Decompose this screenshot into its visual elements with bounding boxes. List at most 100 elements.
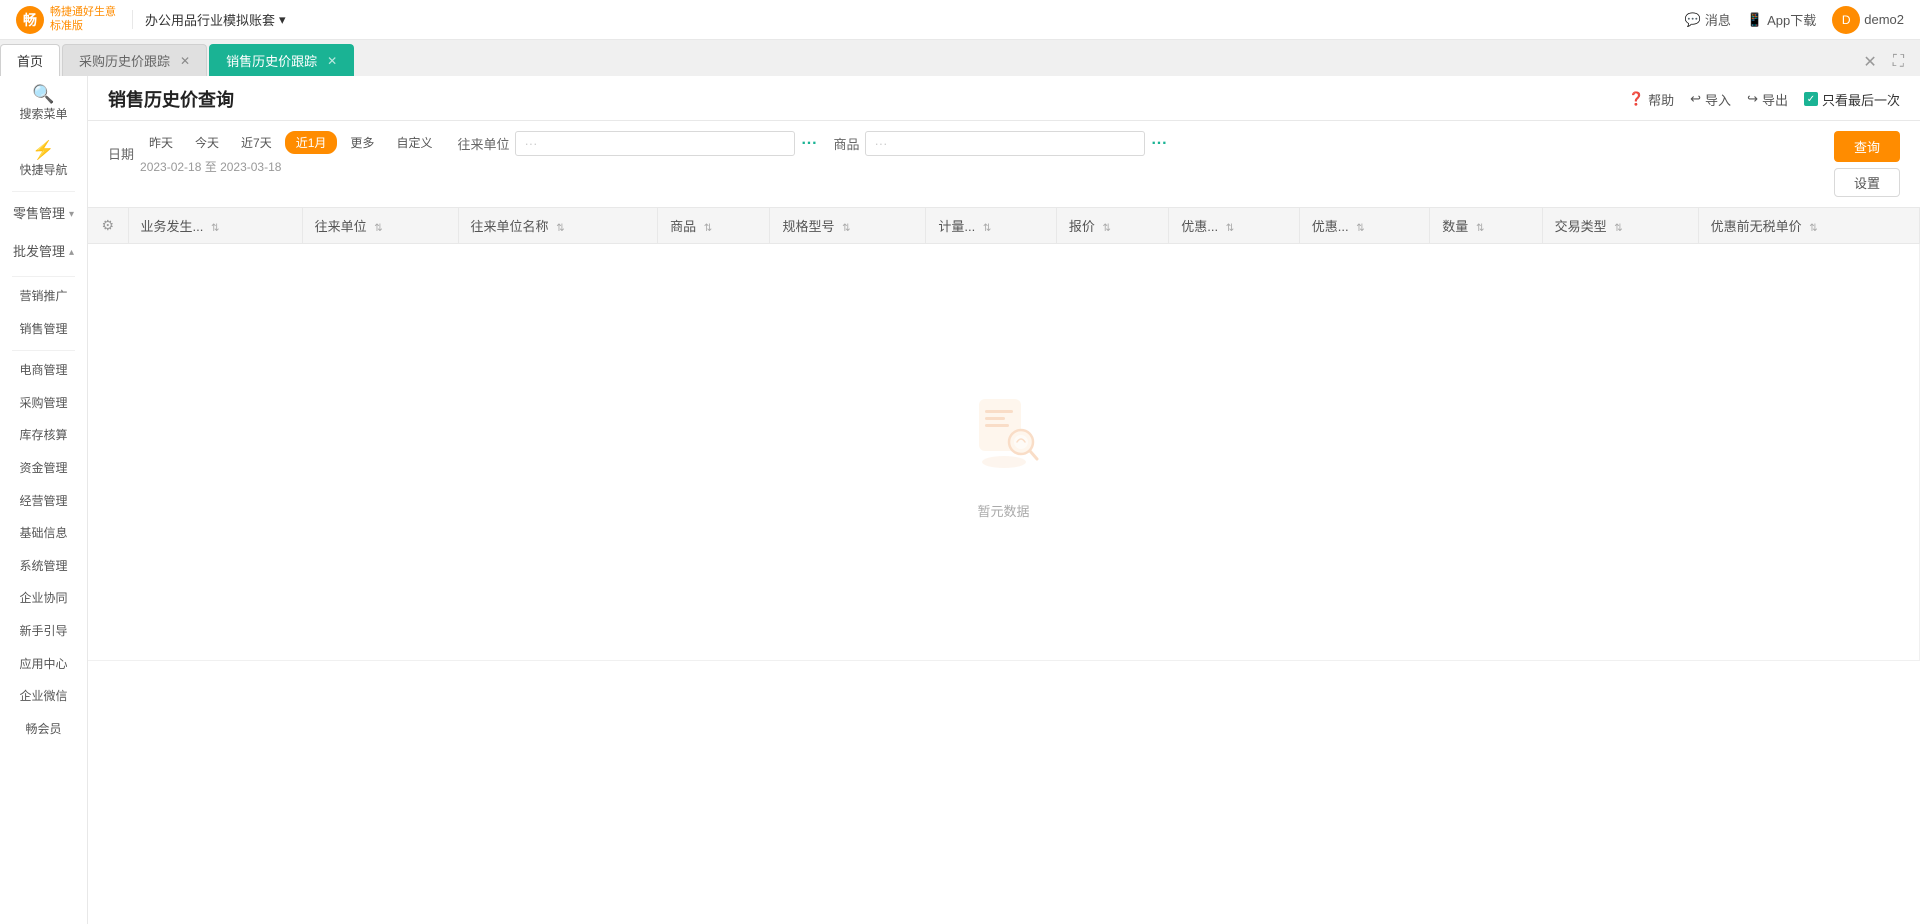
th-biz-date[interactable]: 业务发生... ⇅ [128, 208, 302, 244]
th-goods[interactable]: 商品 ⇅ [658, 208, 770, 244]
goods-picker-icon[interactable]: ··· [1151, 135, 1167, 153]
sidebar-item-system[interactable]: 系统管理 [0, 551, 87, 584]
data-table: ⚙ 业务发生... ⇅ 往来单位 ⇅ 往来单位名称 ⇅ [88, 208, 1920, 661]
import-icon: ↩ [1690, 91, 1701, 107]
app-download-button[interactable]: 📱 App下载 [1747, 10, 1816, 29]
th-unit[interactable]: 计量... ⇅ [926, 208, 1057, 244]
sidebar-item-retail[interactable]: 零售管理 ▾ [0, 196, 87, 234]
sidebar-item-appcenter[interactable]: 应用中心 [0, 649, 87, 682]
filter-row: 日期 昨天 今天 近7天 近1月 更多 自定义 2023-02-18 至 202… [88, 121, 1920, 208]
shortcut-icon: ⚡ [32, 140, 54, 161]
sidebar-item-purchase[interactable]: 采购管理 [0, 388, 87, 421]
sidebar-item-guide[interactable]: 新手引导 [0, 616, 87, 649]
sidebar-item-shortcut[interactable]: ⚡ 快捷导航 [0, 132, 87, 188]
user-profile[interactable]: D demo2 [1832, 6, 1904, 34]
query-button[interactable]: 查询 [1834, 131, 1900, 162]
sort-icon-pretax-price: ⇅ [1809, 223, 1817, 234]
partner-filter-cell: 往来单位 ··· [457, 131, 817, 156]
fullscreen-button[interactable]: ⛶ [1889, 49, 1908, 75]
sort-icon-unit: ⇅ [983, 223, 991, 234]
date-filter-cell: 日期 昨天 今天 近7天 近1月 更多 自定义 2023-02-18 至 202… [108, 131, 441, 175]
content-area: 销售历史价查询 ❓ 帮助 ↩ 导入 ↪ 导出 ✓ 只看最后一次 [88, 76, 1920, 924]
page-header: 销售历史价查询 ❓ 帮助 ↩ 导入 ↪ 导出 ✓ 只看最后一次 [88, 76, 1920, 121]
avatar: D [1832, 6, 1860, 34]
sidebar-item-enterprise-wechat[interactable]: 企业微信 [0, 681, 87, 714]
help-button[interactable]: ❓ 帮助 [1628, 90, 1674, 109]
import-button[interactable]: ↩ 导入 [1690, 90, 1731, 109]
tabs-actions: ✕ ⛶ [1859, 48, 1920, 76]
sidebar-item-marketing[interactable]: 营销推广 [0, 281, 87, 314]
download-icon: 📱 [1747, 12, 1763, 28]
sidebar-item-sales[interactable]: 销售管理 [0, 314, 87, 347]
sort-icon-price: ⇅ [1103, 223, 1111, 234]
th-partner-code[interactable]: 往来单位 ⇅ [302, 208, 458, 244]
date-filter-group: 昨天 今天 近7天 近1月 更多 自定义 2023-02-18 至 2023-0… [140, 131, 441, 175]
logo-text: 畅捷通好生意 标准版 [50, 6, 116, 32]
date-btn-more[interactable]: 更多 [341, 131, 383, 154]
sidebar: 🔍 搜索菜单 ⚡ 快捷导航 零售管理 ▾ 批发管理 ▴ 营销推广 销售管理 电商… [0, 76, 88, 924]
topbar: 畅 畅捷通好生意 标准版 办公用品行业模拟账套 ▾ 💬 消息 📱 App下载 D… [0, 0, 1920, 40]
logo-icon: 畅 [16, 6, 44, 34]
th-price[interactable]: 报价 ⇅ [1056, 208, 1168, 244]
settings-button[interactable]: 设置 [1834, 168, 1900, 197]
th-spec[interactable]: 规格型号 ⇅ [770, 208, 926, 244]
empty-state-row: 暂元数据 [88, 244, 1920, 661]
goods-filter-cell: 商品 ··· [833, 131, 1167, 156]
sort-icon-partner-name: ⇅ [556, 223, 564, 234]
help-icon: ❓ [1628, 91, 1644, 107]
chevron-up-icon: ▴ [69, 247, 74, 258]
sidebar-item-search[interactable]: 🔍 搜索菜单 [0, 76, 87, 132]
tabs-bar: 首页 采购历史价跟踪 ✕ 销售历史价跟踪 ✕ ✕ ⛶ [0, 40, 1920, 76]
sidebar-item-basic[interactable]: 基础信息 [0, 518, 87, 551]
sort-icon-trade-type: ⇅ [1614, 223, 1622, 234]
export-button[interactable]: ↪ 导出 [1747, 90, 1788, 109]
sidebar-item-cooperation[interactable]: 企业协同 [0, 583, 87, 616]
close-sales-tab-icon[interactable]: ✕ [327, 54, 337, 68]
table-header-row: ⚙ 业务发生... ⇅ 往来单位 ⇅ 往来单位名称 ⇅ [88, 208, 1920, 244]
table-container: ⚙ 业务发生... ⇅ 往来单位 ⇅ 往来单位名称 ⇅ [88, 208, 1920, 924]
partner-picker-icon[interactable]: ··· [801, 135, 817, 153]
tab-home[interactable]: 首页 [0, 44, 60, 76]
logo-area: 畅 畅捷通好生意 标准版 [16, 6, 116, 34]
close-purchase-tab-icon[interactable]: ✕ [180, 54, 190, 68]
date-btn-today[interactable]: 今天 [186, 131, 228, 154]
date-btn-1month[interactable]: 近1月 [285, 131, 338, 154]
date-btn-custom[interactable]: 自定义 [387, 131, 441, 154]
tab-sales-history[interactable]: 销售历史价跟踪 ✕ [209, 44, 354, 76]
partner-input[interactable] [515, 131, 795, 156]
sort-icon-qty: ⇅ [1476, 223, 1484, 234]
th-pretax-price[interactable]: 优惠前无税单价 ⇅ [1698, 208, 1919, 244]
tab-purchase-history[interactable]: 采购历史价跟踪 ✕ [62, 44, 207, 76]
message-button[interactable]: 💬 消息 [1685, 10, 1731, 29]
sidebar-item-finance[interactable]: 资金管理 [0, 453, 87, 486]
sidebar-item-operations[interactable]: 经营管理 [0, 486, 87, 519]
date-btn-7days[interactable]: 近7天 [232, 131, 281, 154]
sidebar-divider-3 [12, 350, 75, 351]
sort-icon-discount2: ⇅ [1356, 223, 1364, 234]
th-discount1[interactable]: 优惠... ⇅ [1169, 208, 1300, 244]
th-partner-name[interactable]: 往来单位名称 ⇅ [458, 208, 658, 244]
main-layout: 🔍 搜索菜单 ⚡ 快捷导航 零售管理 ▾ 批发管理 ▴ 营销推广 销售管理 电商… [0, 76, 1920, 924]
th-trade-type[interactable]: 交易类型 ⇅ [1542, 208, 1698, 244]
table-settings-gear-icon[interactable]: ⚙ [101, 217, 114, 233]
only-last-checkbox[interactable]: ✓ [1804, 92, 1818, 106]
close-all-tabs-button[interactable]: ✕ [1859, 48, 1880, 76]
sidebar-item-inventory[interactable]: 库存核算 [0, 420, 87, 453]
goods-input[interactable] [865, 131, 1145, 156]
date-range-text: 2023-02-18 至 2023-03-18 [140, 158, 441, 175]
app-selector[interactable]: 办公用品行业模拟账套 ▾ [132, 10, 286, 29]
date-btn-yesterday[interactable]: 昨天 [140, 131, 182, 154]
page-title: 销售历史价查询 [108, 86, 234, 112]
sort-icon-partner-code: ⇅ [374, 223, 382, 234]
topbar-left: 畅 畅捷通好生意 标准版 办公用品行业模拟账套 ▾ [16, 6, 286, 34]
sidebar-item-member[interactable]: 畅会员 [0, 714, 87, 747]
sidebar-item-wholesale[interactable]: 批发管理 ▴ [0, 234, 87, 272]
sidebar-item-ecommerce[interactable]: 电商管理 [0, 355, 87, 388]
th-qty[interactable]: 数量 ⇅ [1430, 208, 1542, 244]
action-buttons: 查询 设置 [1834, 131, 1900, 197]
only-last-checkbox-label[interactable]: ✓ 只看最后一次 [1804, 90, 1900, 109]
sidebar-divider-1 [12, 191, 75, 192]
search-icon: 🔍 [32, 84, 54, 105]
th-discount2[interactable]: 优惠... ⇅ [1299, 208, 1430, 244]
chevron-down-icon: ▾ [279, 12, 286, 28]
